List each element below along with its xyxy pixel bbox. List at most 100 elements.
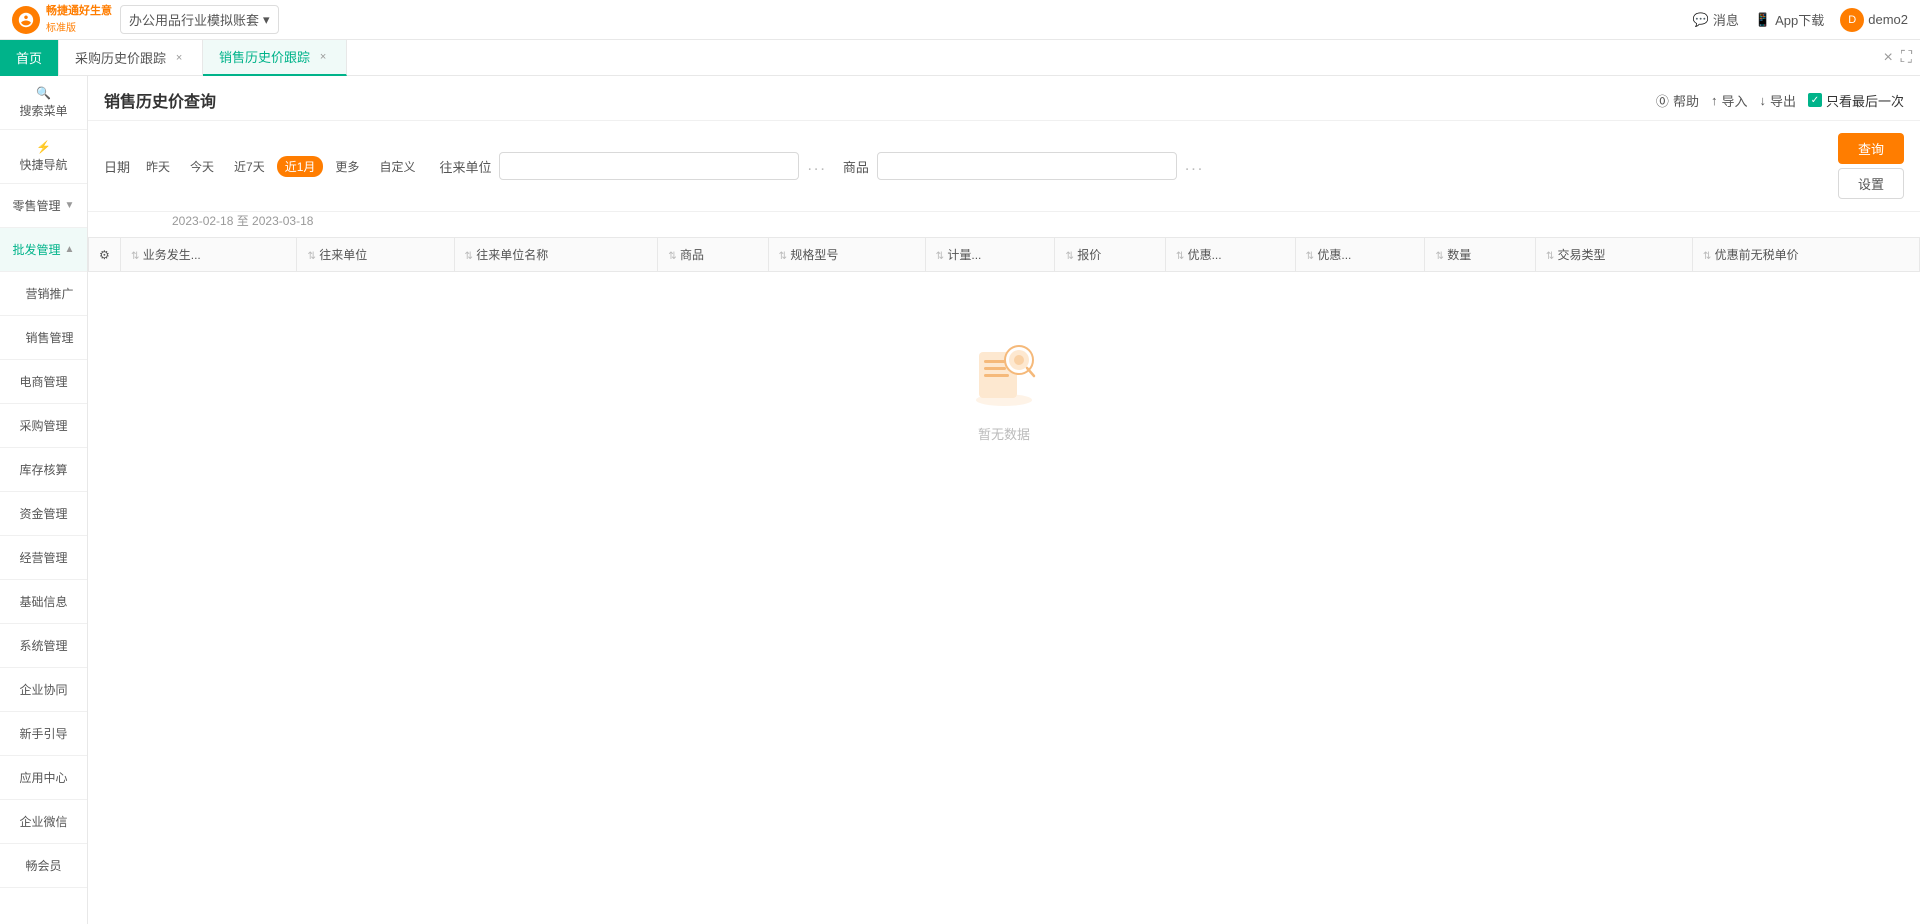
th-spec[interactable]: ⇅ 规格型号 — [768, 238, 925, 272]
date-option-last1m[interactable]: 近1月 — [277, 156, 324, 177]
sidebar-item-retail[interactable]: 零售管理 ▼ — [0, 184, 87, 228]
th-unit-code-label: 往来单位 — [319, 248, 367, 262]
sidebar-item-apps[interactable]: 应用中心 — [0, 756, 87, 800]
sidebar-item-finance[interactable]: 资金管理 — [0, 492, 87, 536]
table-head: ⚙ ⇅ 业务发生... ⇅ 往来单位 ⇅ — [89, 238, 1920, 272]
date-label: 日期 — [104, 157, 130, 176]
from-unit-input[interactable] — [499, 152, 799, 180]
th-pre-tax-price[interactable]: ⇅ 优惠前无税单价 — [1692, 238, 1919, 272]
product-input[interactable] — [877, 152, 1177, 180]
product-label: 商品 — [843, 157, 869, 176]
sidebar-item-system[interactable]: 系统管理 — [0, 624, 87, 668]
from-unit-dots[interactable]: ... — [807, 157, 826, 175]
sidebar-quick-nav-label: 快捷导航 — [19, 156, 67, 173]
sidebar-item-ecommerce[interactable]: 电商管理 — [0, 360, 87, 404]
tab-sales-close-icon[interactable]: × — [316, 50, 330, 64]
help-btn[interactable]: ⓪ 帮助 — [1656, 91, 1699, 110]
sidebar-item-guide[interactable]: 新手引导 — [0, 712, 87, 756]
page-header: 销售历史价查询 ⓪ 帮助 ↑ 导入 ↓ 导出 — [88, 76, 1920, 121]
th-sort-icon-unit-name: ⇅ — [465, 251, 473, 262]
th-discount2[interactable]: ⇅ 优惠... — [1295, 238, 1425, 272]
sidebar-item-wechat[interactable]: 企业微信 — [0, 800, 87, 844]
sidebar-item-basic-info[interactable]: 基础信息 — [0, 580, 87, 624]
gear-icon: ⚙ — [99, 248, 110, 262]
app-download-btn[interactable]: 📱 App下载 — [1755, 10, 1824, 29]
only-last-checkbox[interactable]: 只看最后一次 — [1808, 91, 1904, 110]
th-sort-icon-spec: ⇅ — [779, 251, 787, 262]
avatar-icon: D — [1840, 8, 1864, 32]
date-option-more[interactable]: 更多 — [327, 156, 367, 177]
sidebar-item-member[interactable]: 畅会员 — [0, 844, 87, 888]
data-table: ⚙ ⇅ 业务发生... ⇅ 往来单位 ⇅ — [88, 237, 1920, 272]
sidebar-operation-label: 经营管理 — [19, 549, 67, 566]
sidebar-sales-mgmt-label: 销售管理 — [25, 329, 73, 346]
date-options: 昨天 今天 近7天 近1月 更多 自定义 — [138, 156, 423, 177]
sidebar-enterprise-label: 企业协同 — [19, 681, 67, 698]
th-trade-type[interactable]: ⇅ 交易类型 — [1535, 238, 1692, 272]
sidebar-item-quick-nav[interactable]: ⚡ 快捷导航 — [0, 130, 87, 184]
message-icon: 💬 — [1693, 12, 1709, 28]
sidebar-search-label: 搜索菜单 — [19, 102, 67, 119]
sidebar-item-inventory[interactable]: 库存核算 — [0, 448, 87, 492]
th-qty-label: 数量 — [1447, 248, 1471, 262]
th-price[interactable]: ⇅ 报价 — [1055, 238, 1165, 272]
date-option-custom[interactable]: 自定义 — [371, 156, 423, 177]
only-last-check-icon[interactable] — [1808, 93, 1822, 107]
sidebar-item-marketing[interactable]: 营销推广 — [0, 272, 87, 316]
sidebar-item-enterprise[interactable]: 企业协同 — [0, 668, 87, 712]
tab-home[interactable]: 首页 — [0, 40, 59, 76]
th-product[interactable]: ⇅ 商品 — [658, 238, 768, 272]
sidebar-item-purchase[interactable]: 采购管理 — [0, 404, 87, 448]
th-discount1[interactable]: ⇅ 优惠... — [1165, 238, 1295, 272]
sidebar-member-label: 畅会员 — [25, 857, 61, 874]
action-buttons: 查询 设置 — [1838, 133, 1904, 199]
sidebar-item-search[interactable]: 🔍 搜索菜单 — [0, 76, 87, 130]
settings-button[interactable]: 设置 — [1838, 168, 1904, 199]
tab-close-all-icon[interactable]: × — [1883, 49, 1892, 67]
product-filter: 商品 ... — [843, 152, 1204, 180]
th-sort-icon-discount1: ⇅ — [1176, 251, 1184, 262]
sidebar-item-sales-mgmt[interactable]: 销售管理 — [0, 316, 87, 360]
date-option-yesterday[interactable]: 昨天 — [138, 156, 178, 177]
th-sort-icon-qty: ⇅ — [1435, 251, 1443, 262]
th-unit-name[interactable]: ⇅ 往来单位名称 — [454, 238, 658, 272]
sidebar-retail-label: 零售管理 — [13, 197, 61, 214]
product-dots[interactable]: ... — [1185, 157, 1204, 175]
th-unit[interactable]: ⇅ 计量... — [925, 238, 1055, 272]
th-biz-date-label: 业务发生... — [143, 248, 201, 262]
only-last-label: 只看最后一次 — [1826, 91, 1904, 110]
sidebar-item-operation[interactable]: 经营管理 — [0, 536, 87, 580]
th-qty[interactable]: ⇅ 数量 — [1425, 238, 1535, 272]
th-unit-code[interactable]: ⇅ 往来单位 — [297, 238, 454, 272]
th-sort-icon-price: ⇅ — [1065, 251, 1073, 262]
empty-text: 暂无数据 — [978, 424, 1030, 443]
tab-maximize-icon[interactable]: ⛶ — [1901, 49, 1912, 67]
top-bar-right: 💬 消息 📱 App下载 D demo2 — [1693, 8, 1908, 32]
import-btn[interactable]: ↑ 导入 — [1711, 91, 1748, 110]
date-range-display: 2023-02-18 至 2023-03-18 — [88, 212, 1920, 237]
sidebar-wechat-label: 企业微信 — [19, 813, 67, 830]
empty-illustration — [964, 332, 1044, 412]
page-title: 销售历史价查询 — [104, 88, 216, 112]
date-range-text: 2023-02-18 至 2023-03-18 — [172, 214, 313, 228]
user-avatar[interactable]: D demo2 — [1840, 8, 1908, 32]
sidebar-marketing-label: 营销推广 — [25, 285, 73, 302]
top-bar-left: 畅捷通好生意 标准版 办公用品行业模拟账套 ▾ — [12, 5, 279, 34]
sidebar-item-wholesale[interactable]: 批发管理 ▲ — [0, 228, 87, 272]
message-btn[interactable]: 💬 消息 — [1693, 10, 1739, 29]
tab-sales-history[interactable]: 销售历史价跟踪 × — [203, 40, 347, 76]
th-biz-date[interactable]: ⇅ 业务发生... — [121, 238, 297, 272]
export-btn[interactable]: ↓ 导出 — [1759, 91, 1796, 110]
th-price-label: 报价 — [1077, 248, 1101, 262]
date-option-last7[interactable]: 近7天 — [226, 156, 273, 177]
sidebar-purchase-label: 采购管理 — [19, 417, 67, 434]
th-sort-icon-pre-tax-price: ⇅ — [1703, 251, 1711, 262]
th-gear[interactable]: ⚙ — [89, 238, 121, 272]
tab-purchase-close-icon[interactable]: × — [172, 51, 186, 65]
tab-purchase-history[interactable]: 采购历史价跟踪 × — [59, 40, 203, 76]
account-selector[interactable]: 办公用品行业模拟账套 ▾ — [120, 5, 279, 34]
main-layout: 🔍 搜索菜单 ⚡ 快捷导航 零售管理 ▼ 批发管理 ▲ 营销推广 销售管理 电商… — [0, 76, 1920, 924]
user-name: demo2 — [1868, 12, 1908, 27]
query-button[interactable]: 查询 — [1838, 133, 1904, 164]
date-option-today[interactable]: 今天 — [182, 156, 222, 177]
